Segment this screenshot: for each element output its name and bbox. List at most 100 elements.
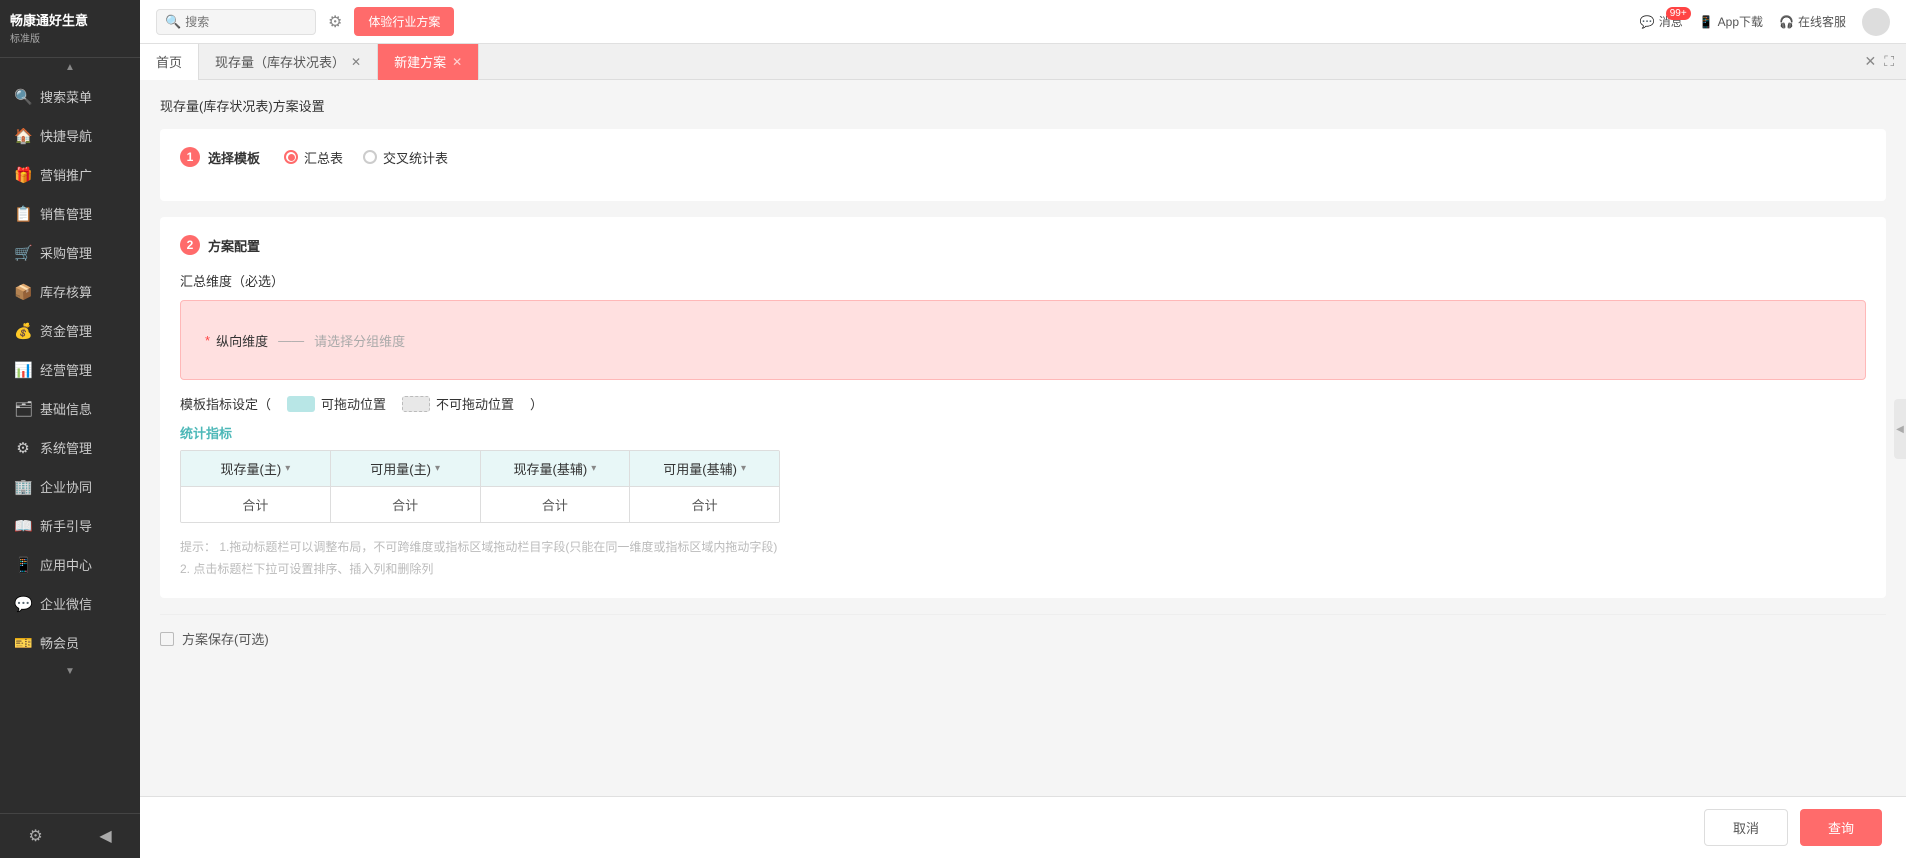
side-handle[interactable]: ◀	[1894, 399, 1906, 459]
member-icon: 🎫	[14, 634, 32, 652]
cancel-button[interactable]: 取消	[1704, 809, 1788, 846]
sidebar-item-app-center[interactable]: 📱 应用中心	[0, 545, 140, 584]
sidebar-item-sales[interactable]: 📋 销售管理	[0, 194, 140, 233]
tab-new-plan[interactable]: 新建方案 ✕	[378, 44, 479, 80]
message-btn[interactable]: 💬 消息 99+	[1640, 13, 1683, 30]
sidebar-item-label: 营销推广	[40, 165, 92, 184]
search-icon: 🔍	[165, 14, 181, 30]
sidebar-item-purchase[interactable]: 🛒 采购管理	[0, 233, 140, 272]
sidebar-item-label: 企业协同	[40, 477, 92, 496]
app-download-label: App下载	[1718, 13, 1763, 30]
radio-summary[interactable]: 汇总表	[284, 148, 343, 167]
wechat-icon: 💬	[14, 595, 32, 613]
sidebar-scroll-up[interactable]: ▲	[0, 58, 140, 77]
system-icon: ⚙	[14, 439, 32, 457]
dimension-required: *	[205, 333, 210, 348]
newbie-icon: 📖	[14, 517, 32, 535]
template-indicator: 模板指标设定（ 可拖动位置 不可拖动位置 ）	[180, 394, 1866, 413]
window-expand-icon[interactable]: ⛶	[1884, 53, 1894, 70]
col-2-header[interactable]: 可用量(主) ▾	[331, 451, 480, 487]
radio-cross-label: 交叉统计表	[383, 148, 448, 167]
search-menu-icon: 🔍	[14, 88, 32, 106]
radio-cross-circle	[363, 150, 377, 164]
content-area: 现存量(库存状况表)方案设置 1 选择模板 汇总表 交叉统计表	[140, 80, 1906, 858]
headset-icon: 🎧	[1779, 15, 1794, 29]
col-2: 可用量(主) ▾	[331, 451, 481, 487]
section1-title: 选择模板	[208, 148, 260, 167]
col-1-body: 合计	[181, 487, 331, 522]
col-4-header-label: 可用量(基辅)	[663, 459, 737, 478]
sidebar-item-label: 搜索菜单	[40, 87, 92, 106]
sidebar-item-wechat[interactable]: 💬 企业微信	[0, 584, 140, 623]
sidebar-item-system[interactable]: ⚙ 系统管理	[0, 428, 140, 467]
sidebar-item-member[interactable]: 🎫 畅会员	[0, 623, 140, 662]
sidebar-item-base-info[interactable]: 🗂 基础信息	[0, 389, 140, 428]
tab-inventory-status[interactable]: 现存量（库存状况表） ✕	[199, 44, 378, 80]
user-avatar[interactable]	[1862, 8, 1890, 36]
radio-cross[interactable]: 交叉统计表	[363, 148, 448, 167]
sidebar-item-label: 库存核算	[40, 282, 92, 301]
col-3-body-cell: 合计	[481, 487, 630, 522]
search-box[interactable]: 🔍	[156, 9, 316, 35]
online-service-btn[interactable]: 🎧 在线客服	[1779, 13, 1846, 30]
gear-icon[interactable]: ⚙	[328, 12, 342, 32]
finance-icon: 💰	[14, 322, 32, 340]
sidebar-item-inventory[interactable]: 📦 库存核算	[0, 272, 140, 311]
inventory-icon: 📦	[14, 283, 32, 301]
save-checkbox[interactable]	[160, 632, 174, 646]
tab-home[interactable]: 首页	[140, 44, 199, 80]
non-draggable-label: 不可拖动位置	[436, 394, 514, 413]
non-draggable-indicator: 不可拖动位置	[402, 394, 514, 413]
dimension-area[interactable]: * 纵向维度 —— 请选择分组维度	[180, 300, 1866, 380]
search-input[interactable]	[185, 15, 305, 29]
col-1-chevron-icon[interactable]: ▾	[285, 463, 290, 474]
sidebar-scroll-down[interactable]: ▼	[0, 662, 140, 681]
section1-number: 1	[180, 147, 200, 167]
sidebar-item-label: 系统管理	[40, 438, 92, 457]
tip-1: 提示： 1.拖动标题栏可以调整布局，不可跨维度或指标区域拖动栏目字段(只能在同一…	[180, 537, 1866, 559]
radio-summary-circle	[284, 150, 298, 164]
sidebar-item-quick-nav[interactable]: 🏠 快捷导航	[0, 116, 140, 155]
sidebar-item-finance[interactable]: 💰 资金管理	[0, 311, 140, 350]
template-radio-group: 汇总表 交叉统计表	[284, 148, 448, 167]
tab-inventory-status-label: 现存量（库存状况表）	[215, 52, 345, 71]
tab-home-label: 首页	[156, 52, 182, 71]
query-button[interactable]: 查询	[1800, 809, 1882, 846]
app-download-btn[interactable]: 📱 App下载	[1699, 13, 1763, 30]
sidebar-item-enterprise[interactable]: 🏢 企业协同	[0, 467, 140, 506]
tips-area: 提示： 1.拖动标题栏可以调整布局，不可跨维度或指标区域拖动栏目字段(只能在同一…	[180, 537, 1866, 580]
topbar-left: 🔍 ⚙ 体验行业方案	[156, 7, 454, 36]
sidebar-item-label: 销售管理	[40, 204, 92, 223]
topbar: 🔍 ⚙ 体验行业方案 💬 消息 99+ 📱 App下载 🎧 在线客服	[140, 0, 1906, 44]
section2-number: 2	[180, 235, 200, 255]
bottom-save: 方案保存(可选)	[160, 614, 1886, 648]
non-draggable-box	[402, 396, 430, 412]
trial-button[interactable]: 体验行业方案	[354, 7, 454, 36]
tab-new-plan-close-icon[interactable]: ✕	[452, 55, 462, 69]
col-2-chevron-icon[interactable]: ▾	[435, 463, 440, 474]
dimension-text: 纵向维度	[216, 331, 268, 350]
sidebar-item-search-menu[interactable]: 🔍 搜索菜单	[0, 77, 140, 116]
col-1-header[interactable]: 现存量(主) ▾	[181, 451, 330, 487]
sidebar-item-label: 采购管理	[40, 243, 92, 262]
download-icon: 📱	[1699, 15, 1714, 29]
stats-table-body: 合计 合计 合计 合计	[181, 487, 779, 522]
sidebar: 畅康通好生意 标准版 ▲ 🔍 搜索菜单 🏠 快捷导航 🎁 营销推广 📋 销售管理…	[0, 0, 140, 858]
col-3-header[interactable]: 现存量(基辅) ▾	[481, 451, 630, 487]
col-4-header[interactable]: 可用量(基辅) ▾	[630, 451, 779, 487]
app-version: 标准版	[10, 30, 130, 45]
window-close-icon[interactable]: ✕	[1864, 53, 1876, 70]
sidebar-item-operation[interactable]: 📊 经营管理	[0, 350, 140, 389]
sidebar-item-marketing[interactable]: 🎁 营销推广	[0, 155, 140, 194]
settings-btn[interactable]: ⚙	[20, 822, 50, 850]
enterprise-icon: 🏢	[14, 478, 32, 496]
stats-table: 现存量(主) ▾ 可用量(主) ▾ 现存量(基辅) ▾	[180, 450, 780, 523]
col-3-chevron-icon[interactable]: ▾	[591, 463, 596, 474]
toggle-btn[interactable]: ◀	[91, 822, 119, 850]
sidebar-item-label: 应用中心	[40, 555, 92, 574]
tab-inventory-close-icon[interactable]: ✕	[351, 55, 361, 69]
sidebar-item-newbie[interactable]: 📖 新手引导	[0, 506, 140, 545]
col-4-chevron-icon[interactable]: ▾	[741, 463, 746, 474]
message-icon: 💬	[1640, 15, 1655, 29]
col-1: 现存量(主) ▾	[181, 451, 331, 487]
